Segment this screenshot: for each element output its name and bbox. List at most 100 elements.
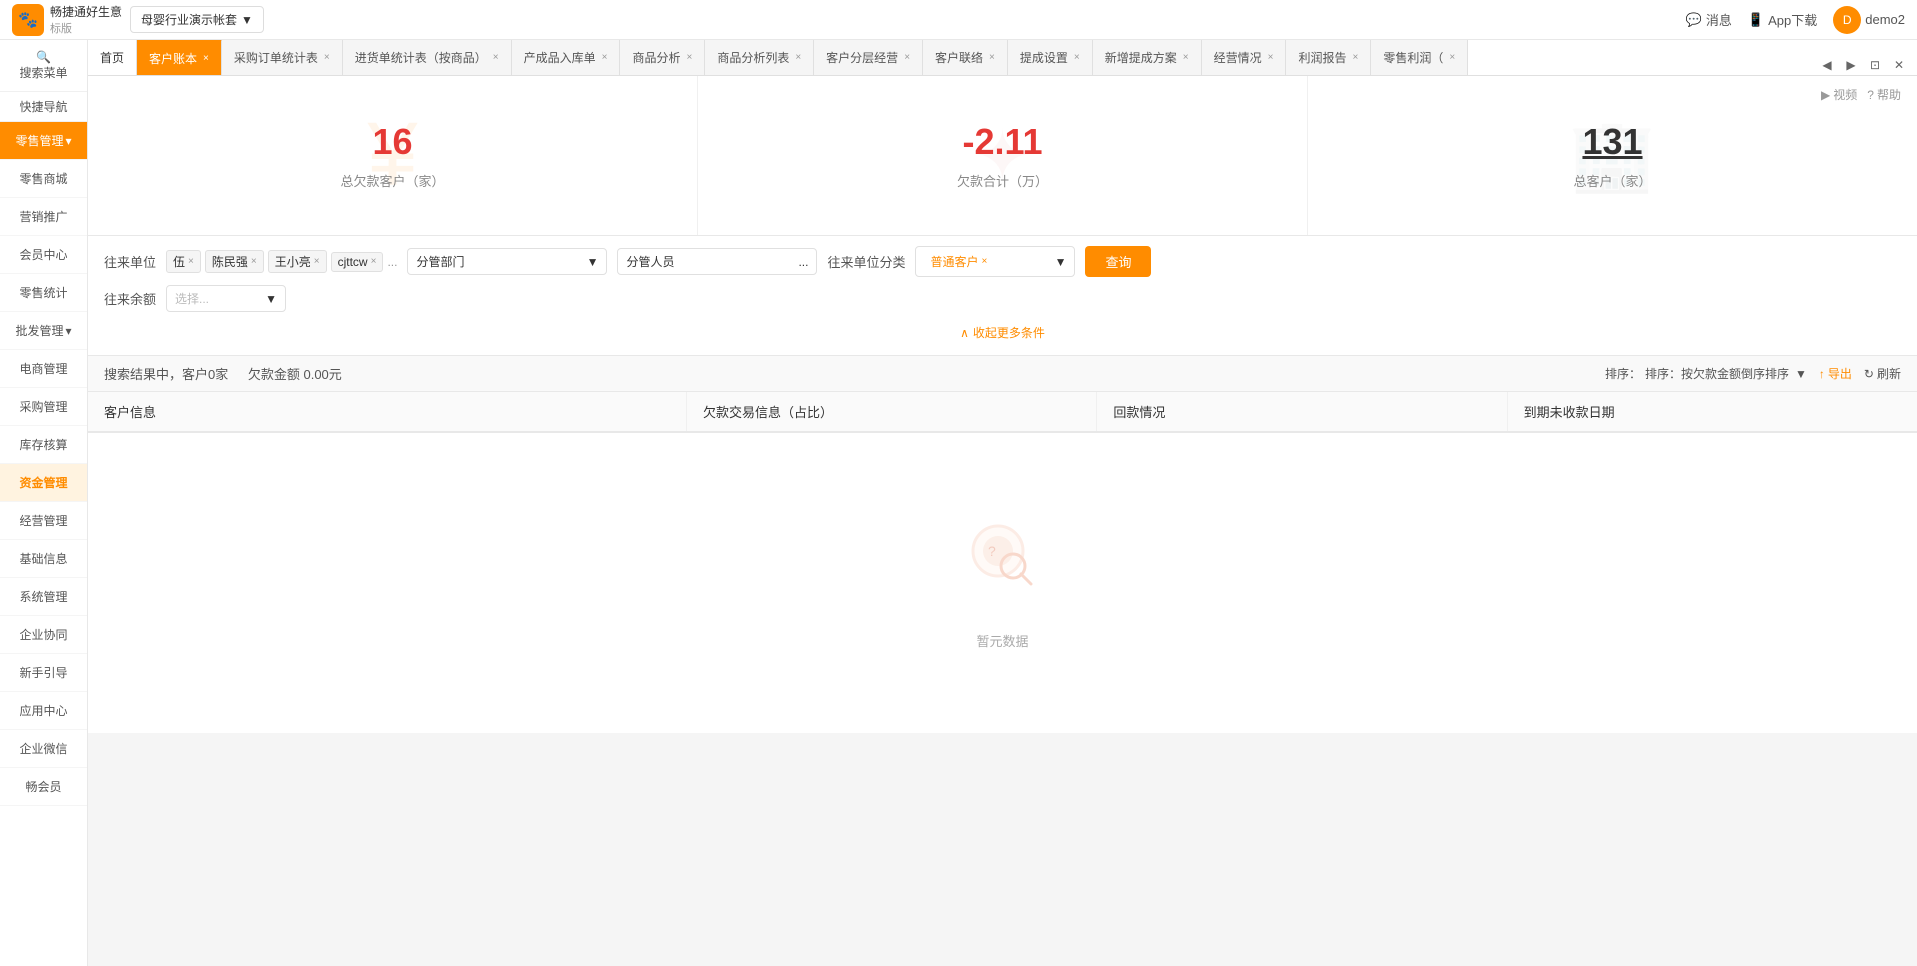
tab-cost-in-order[interactable]: 产成品入库单 × [512, 40, 621, 75]
tab-customer-account-close[interactable]: × [203, 53, 209, 64]
result-export-btn[interactable]: ↑ 导出 [1819, 365, 1852, 382]
filter-balance-arrow: ▼ [265, 292, 277, 306]
sidebar-quick-nav[interactable]: 快捷导航 [0, 92, 87, 122]
tab-purchase-order-stats[interactable]: 采购订单统计表 × [222, 40, 343, 75]
tab-goods-analysis[interactable]: 商品分析 × [620, 40, 705, 75]
tab-customer-segment[interactable]: 客户分层经营 × [814, 40, 923, 75]
filter-dept-select[interactable]: 分管部门 ▼ [407, 248, 607, 275]
sidebar-item-purchase-mgmt[interactable]: 采购管理 [0, 388, 87, 426]
sidebar-item-operations-mgmt[interactable]: 经营管理 [0, 502, 87, 540]
tabs-close-all-btn[interactable]: ✕ [1889, 55, 1909, 75]
sidebar-item-basic-info[interactable]: 基础信息 [0, 540, 87, 578]
filter-classify-tag-close[interactable]: × [981, 256, 987, 267]
video-btn[interactable]: ▶ 视频 [1821, 86, 1857, 103]
sidebar-item-inventory-check[interactable]: 库存核算 [0, 426, 87, 464]
top-bar-left: 🐾 畅捷通好生意 标版 母婴行业演示帐套 ▼ [12, 3, 264, 36]
tabs-actions: ◀ ▶ ⊡ ✕ [1809, 55, 1917, 75]
table-col-customer-info: 客户信息 [88, 392, 687, 431]
help-btn[interactable]: ? 帮助 [1867, 86, 1901, 103]
tabs-prev-btn[interactable]: ◀ [1817, 55, 1837, 75]
filter-tag-wang-close[interactable]: × [314, 256, 320, 267]
sidebar-item-retail-mgmt[interactable]: 零售管理 ▾ [0, 122, 87, 160]
sidebar-item-retail-stats-label: 零售统计 [19, 286, 67, 300]
search-icon: 🔍 [8, 50, 79, 64]
tab-purchase-order-stats-close[interactable]: × [324, 52, 330, 63]
user-menu[interactable]: D demo2 [1833, 6, 1905, 34]
sidebar-item-enterprise-coop[interactable]: 企业协同 [0, 616, 87, 654]
tab-goods-in-stats-close[interactable]: × [493, 52, 499, 63]
tab-cost-in-order-label: 产成品入库单 [524, 49, 596, 66]
tab-cost-in-order-close[interactable]: × [602, 52, 608, 63]
tab-customer-contact[interactable]: 客户联络 × [923, 40, 1008, 75]
tab-goods-analysis-list[interactable]: 商品分析列表 × [705, 40, 814, 75]
tab-operations-status[interactable]: 经营情况 × [1202, 40, 1287, 75]
query-button[interactable]: 查询 [1085, 246, 1151, 277]
tab-customer-contact-close[interactable]: × [989, 52, 995, 63]
collapse-btn[interactable]: ∧ 收起更多条件 [104, 320, 1901, 345]
filter-tag-cjttcw-close[interactable]: × [371, 256, 377, 267]
tab-customer-segment-close[interactable]: × [904, 52, 910, 63]
tab-goods-analysis-close[interactable]: × [686, 52, 692, 63]
tab-profit-report-label: 利润报告 [1298, 49, 1346, 66]
store-selector[interactable]: 母婴行业演示帐套 ▼ [130, 6, 264, 33]
sidebar-item-new-guide[interactable]: 新手引导 [0, 654, 87, 692]
tab-retail-profit-close[interactable]: × [1449, 52, 1455, 63]
tab-goods-in-stats[interactable]: 进货单统计表（按商品） × [343, 40, 512, 75]
sidebar-item-retail-stats[interactable]: 零售统计 [0, 274, 87, 312]
sidebar-item-ecommerce-mgmt[interactable]: 电商管理 [0, 350, 87, 388]
tab-goods-analysis-list-close[interactable]: × [795, 52, 801, 63]
sidebar-item-purchase-label: 采购管理 [19, 400, 67, 414]
sidebar-item-wechat-label: 企业微信 [19, 742, 67, 756]
sidebar-item-vip-member[interactable]: 畅会员 [0, 768, 87, 806]
filter-area: 往来单位 伍 × 陈民强 × 王小亮 × [88, 236, 1917, 356]
filter-person-select[interactable]: 分管人员 ... [617, 248, 817, 275]
sidebar-item-retail-mall[interactable]: 零售商城 [0, 160, 87, 198]
summary-card-customers: ¥ 16 总欠款客户（家） [88, 76, 698, 235]
filter-person-label: 分管人员 [626, 253, 674, 270]
sidebar-item-enterprise-label: 企业协同 [19, 628, 67, 642]
tab-retail-profit[interactable]: 零售利润（ × [1371, 40, 1468, 75]
tab-promotion-settings-close[interactable]: × [1074, 52, 1080, 63]
tab-profit-report-close[interactable]: × [1352, 52, 1358, 63]
sidebar-item-retail-mgmt-label: 零售管理 [15, 132, 63, 149]
filter-more-tags[interactable]: ... [387, 255, 397, 269]
tab-new-promotion-plan[interactable]: 新增提成方案 × [1093, 40, 1202, 75]
tabs-maximize-btn[interactable]: ⊡ [1865, 55, 1885, 75]
tab-promotion-settings-label: 提成设置 [1020, 49, 1068, 66]
filter-tag-wu-close[interactable]: × [188, 256, 194, 267]
tabs-next-btn[interactable]: ▶ [1841, 55, 1861, 75]
sidebar-item-marketing[interactable]: 营销推广 [0, 198, 87, 236]
refresh-icon: ↻ [1864, 367, 1874, 381]
tab-new-promotion-plan-close[interactable]: × [1183, 52, 1189, 63]
tab-promotion-settings[interactable]: 提成设置 × [1008, 40, 1093, 75]
page-content: ¥ 16 总欠款客户（家） ✦ -2.11 欠款合计（万） 🏢 131 总客户（… [88, 76, 1917, 966]
empty-icon: ? [963, 516, 1043, 615]
summary-video-help: ▶ 视频 ? 帮助 [1821, 86, 1901, 103]
sidebar-search[interactable]: 🔍 搜索菜单 [0, 40, 87, 92]
filter-unit-label: 往来单位 [104, 252, 156, 271]
expand-icon: ▾ [65, 134, 71, 148]
tab-operations-status-close[interactable]: × [1268, 52, 1274, 63]
filter-tag-chen-close[interactable]: × [251, 256, 257, 267]
tab-home[interactable]: 首页 [88, 40, 137, 75]
filter-classify-select[interactable]: 普通客户 × ▼ [915, 246, 1075, 277]
sidebar-item-app-label: 应用中心 [19, 704, 67, 718]
tab-home-label: 首页 [100, 49, 124, 66]
table-col-debt-info: 欠款交易信息（占比） [687, 392, 1097, 431]
tab-customer-account[interactable]: 客户账本 × [137, 40, 222, 75]
message-btn[interactable]: 💬 消息 [1686, 10, 1732, 29]
filter-balance-label: 往来余额 [104, 289, 156, 308]
tab-profit-report[interactable]: 利润报告 × [1286, 40, 1371, 75]
sidebar-item-fund-mgmt[interactable]: 资金管理 [0, 464, 87, 502]
result-sort-btn[interactable]: 排序： 排序：按欠款金额倒序排序 ▼ [1605, 365, 1807, 382]
app-download-btn[interactable]: 📱 App下载 [1748, 10, 1817, 29]
filter-balance-select[interactable]: 选择... ▼ [166, 285, 286, 312]
sidebar-item-wholesale-mgmt[interactable]: 批发管理 ▾ [0, 312, 87, 350]
result-refresh-btn[interactable]: ↻ 刷新 [1864, 365, 1901, 382]
tab-customer-contact-label: 客户联络 [935, 49, 983, 66]
sidebar-item-app-center[interactable]: 应用中心 [0, 692, 87, 730]
sidebar-item-system-mgmt[interactable]: 系统管理 [0, 578, 87, 616]
sidebar-item-member-center[interactable]: 会员中心 [0, 236, 87, 274]
sidebar-item-enterprise-wechat[interactable]: 企业微信 [0, 730, 87, 768]
sidebar-item-system-label: 系统管理 [19, 590, 67, 604]
